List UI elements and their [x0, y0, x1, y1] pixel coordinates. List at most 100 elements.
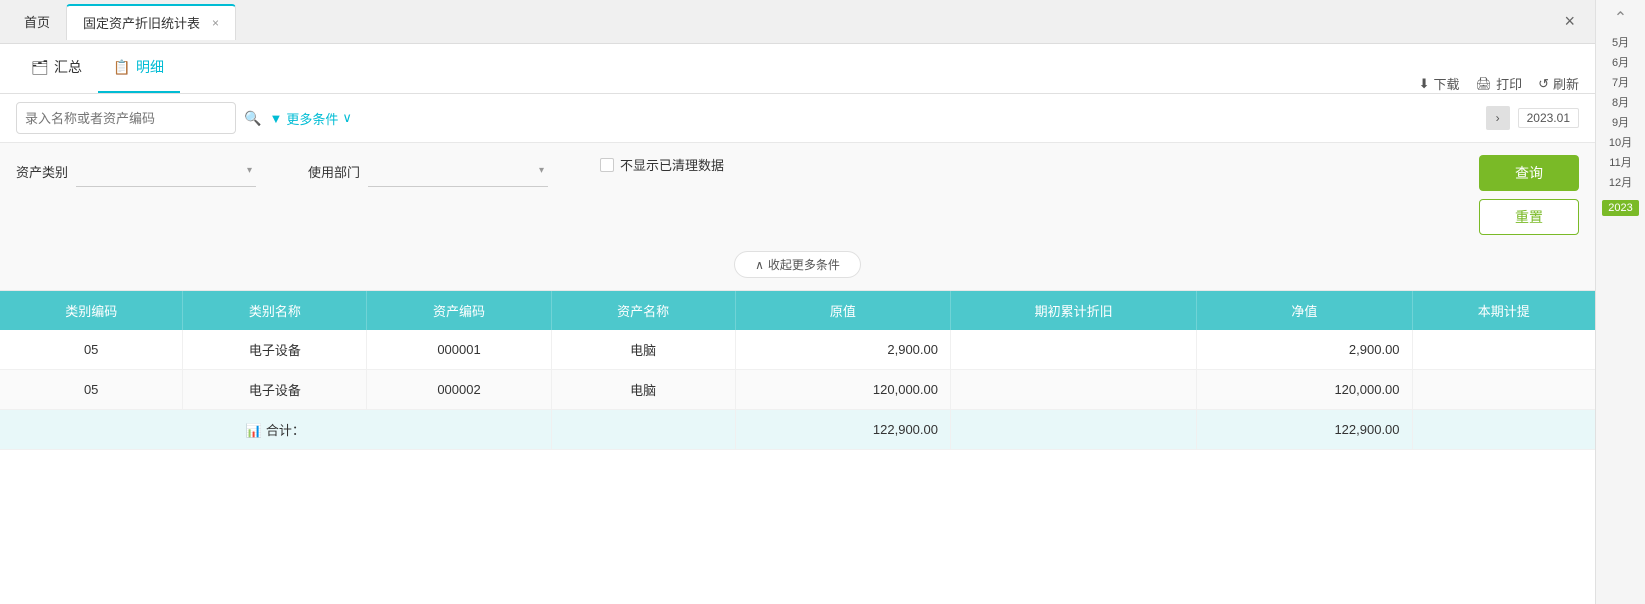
cell-original-value: 2,900.00	[735, 330, 950, 370]
department-select[interactable]: ▾	[368, 155, 548, 187]
col-header-current-period: 本期计提	[1412, 291, 1595, 330]
refresh-icon: ↺	[1538, 76, 1549, 92]
total-row: 📊合计： 122,900.00 122,900.00	[0, 410, 1595, 450]
download-icon: ⬇	[1419, 76, 1430, 92]
sidebar-month-item[interactable]: 12月	[1605, 172, 1636, 192]
cell-current-period	[1412, 330, 1595, 370]
hide-cleared-group: 不显示已清理数据	[600, 155, 724, 174]
department-label: 使用部门	[308, 162, 360, 181]
cell-current-period	[1412, 370, 1595, 410]
refresh-label: 刷新	[1553, 74, 1579, 93]
window-close-button[interactable]: ×	[1560, 7, 1579, 36]
tab-close-icon[interactable]: ×	[212, 16, 219, 30]
collapse-button[interactable]: ∧ 收起更多条件	[734, 251, 861, 278]
collapse-up-icon: ∧	[755, 258, 764, 272]
toolbar-actions: ⬇ 下载 🖨 打印 ↺ 刷新	[1419, 74, 1579, 93]
asset-category-label: 资产类别	[16, 162, 68, 181]
sidebar-month-item[interactable]: 9月	[1605, 112, 1636, 132]
download-button[interactable]: ⬇ 下载	[1419, 74, 1460, 93]
col-header-asset-name: 资产名称	[551, 291, 735, 330]
total-original-value: 122,900.00	[735, 410, 950, 450]
advanced-filter: 资产类别 ▾ 使用部门 ▾ 不显示已清理数据 查询 重置 ∧ 收起更多条件	[0, 143, 1595, 291]
download-label: 下载	[1434, 74, 1460, 93]
chevron-down-icon: ∨	[342, 110, 352, 126]
cell-category-code: 05	[0, 370, 183, 410]
collapse-label: 收起更多条件	[768, 256, 840, 273]
total-spacer	[551, 410, 735, 450]
reset-button[interactable]: 重置	[1479, 199, 1579, 235]
sidebar-month-item[interactable]: 10月	[1605, 132, 1636, 152]
sidebar-up-arrow[interactable]: ⌃	[1614, 8, 1627, 28]
layers-icon: 🗂	[32, 59, 48, 75]
sidebar-month-item[interactable]: 11月	[1605, 152, 1636, 172]
data-table: 类别编码 类别名称 资产编码 资产名称 原值 期初累计折旧 净值 本期计提 05…	[0, 291, 1595, 450]
filter-icon: ▼	[269, 111, 282, 126]
table-row: 05 电子设备 000001 电脑 2,900.00 2,900.00	[0, 330, 1595, 370]
tab-summary-label: 汇总	[54, 57, 82, 77]
cell-accumulated-dep	[950, 370, 1196, 410]
detail-icon: 📋	[114, 59, 130, 75]
tab-detail-label: 明细	[136, 57, 164, 77]
asset-category-value	[80, 163, 84, 178]
sidebar-month-item[interactable]: 6月	[1605, 52, 1636, 72]
filter-bar: 🔍 ▼ 更多条件 ∨ › 2023.01	[0, 94, 1595, 143]
sidebar-month-item[interactable]: 5月	[1605, 32, 1636, 52]
cell-asset-name: 电脑	[551, 330, 735, 370]
asset-category-select[interactable]: ▾	[76, 155, 256, 187]
cell-category-name: 电子设备	[183, 330, 367, 370]
cell-asset-code: 000002	[367, 370, 551, 410]
total-label: 📊合计：	[0, 410, 551, 450]
sidebar-year-badge[interactable]: 2023	[1602, 200, 1638, 216]
tab-summary[interactable]: 🗂 汇总	[16, 43, 98, 93]
col-header-asset-code: 资产编码	[367, 291, 551, 330]
table-header-row: 类别编码 类别名称 资产编码 资产名称 原值 期初累计折旧 净值 本期计提	[0, 291, 1595, 330]
toolbar-tabs: 🗂 汇总 📋 明细 ⬇ 下载 🖨 打印 ↺ 刷新	[0, 44, 1595, 94]
sidebar-month-item[interactable]: 7月	[1605, 72, 1636, 92]
nav-arrow-right[interactable]: ›	[1486, 106, 1510, 130]
collapse-bar: ∧ 收起更多条件	[16, 251, 1579, 278]
col-header-category-name: 类别名称	[183, 291, 367, 330]
asset-category-field: 资产类别 ▾	[16, 155, 296, 187]
hide-cleared-checkbox[interactable]	[600, 158, 614, 172]
table-wrapper: 类别编码 类别名称 资产编码 资产名称 原值 期初累计折旧 净值 本期计提 05…	[0, 291, 1595, 604]
active-tab[interactable]: 固定资产折旧统计表 ×	[66, 4, 236, 40]
cell-original-value: 120,000.00	[735, 370, 950, 410]
department-value	[372, 163, 376, 178]
department-field: 使用部门 ▾	[308, 155, 588, 187]
col-header-accumulated-dep: 期初累计折旧	[950, 291, 1196, 330]
tab-detail[interactable]: 📋 明细	[98, 43, 180, 93]
date-tag: 2023.01	[1518, 108, 1579, 128]
cell-net-value: 120,000.00	[1197, 370, 1412, 410]
print-icon: 🖨	[1476, 76, 1493, 92]
total-accumulated-dep	[950, 410, 1196, 450]
refresh-button[interactable]: ↺ 刷新	[1538, 74, 1579, 93]
cell-accumulated-dep	[950, 330, 1196, 370]
chevron-down-icon: ▾	[247, 165, 252, 176]
cell-category-code: 05	[0, 330, 183, 370]
filter-buttons: 查询 重置	[1479, 155, 1579, 235]
search-input[interactable]	[16, 102, 236, 134]
col-header-original-value: 原值	[735, 291, 950, 330]
cell-asset-name: 电脑	[551, 370, 735, 410]
home-link[interactable]: 首页	[16, 12, 58, 31]
tab-title: 固定资产折旧统计表	[83, 13, 200, 32]
total-net-value: 122,900.00	[1197, 410, 1412, 450]
print-button[interactable]: 🖨 打印	[1476, 74, 1523, 93]
col-header-category-code: 类别编码	[0, 291, 183, 330]
hide-cleared-label: 不显示已清理数据	[620, 155, 724, 174]
search-icon[interactable]: 🔍	[244, 110, 261, 127]
right-sidebar: ⌃ 5月6月7月8月9月10月11月12月 2023	[1595, 0, 1645, 604]
cell-asset-code: 000001	[367, 330, 551, 370]
cell-net-value: 2,900.00	[1197, 330, 1412, 370]
chevron-down-icon: ▾	[539, 165, 544, 176]
col-header-net-value: 净值	[1197, 291, 1412, 330]
more-conditions-button[interactable]: ▼ 更多条件 ∨	[269, 109, 351, 128]
print-label: 打印	[1496, 74, 1522, 93]
cell-category-name: 电子设备	[183, 370, 367, 410]
sidebar-month-item[interactable]: 8月	[1605, 92, 1636, 112]
table-row: 05 电子设备 000002 电脑 120,000.00 120,000.00	[0, 370, 1595, 410]
more-conditions-label: 更多条件	[286, 109, 338, 128]
total-current-period	[1412, 410, 1595, 450]
query-button[interactable]: 查询	[1479, 155, 1579, 191]
total-icon: 📊	[246, 423, 262, 438]
